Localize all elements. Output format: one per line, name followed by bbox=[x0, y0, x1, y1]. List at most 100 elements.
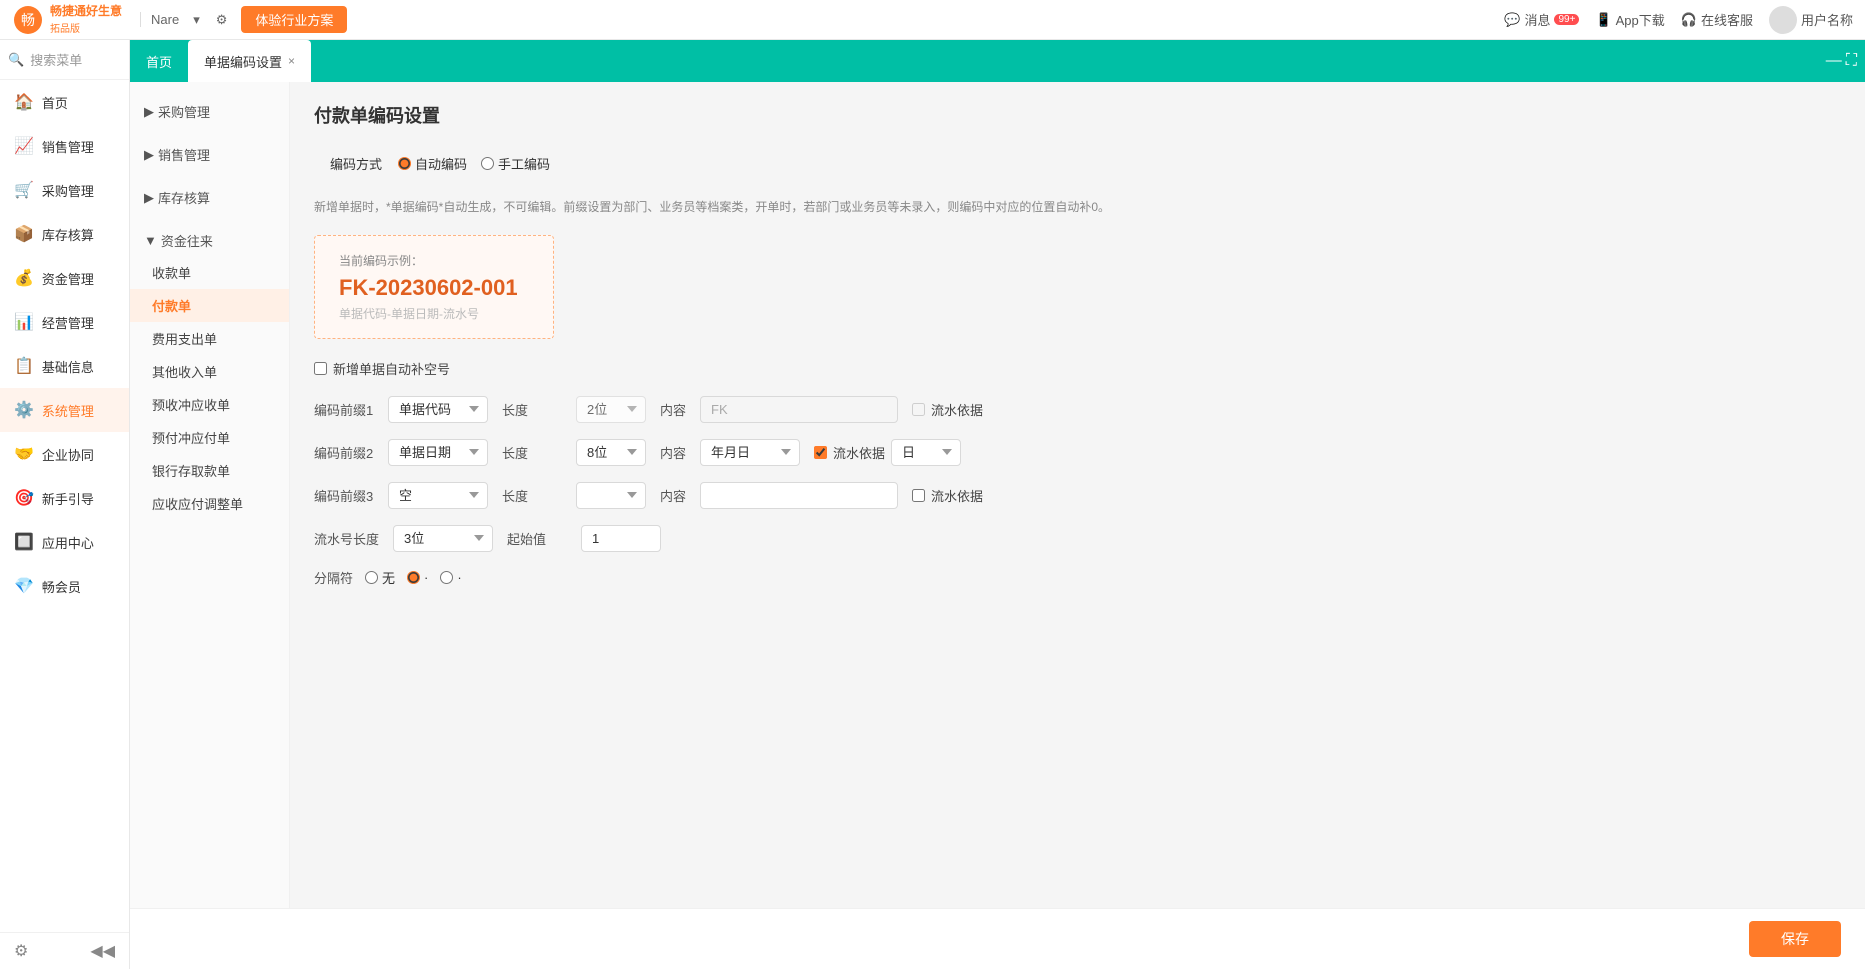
tab-home[interactable]: 首页 bbox=[130, 40, 188, 82]
sidebar-item-purchase[interactable]: 🛒 采购管理 bbox=[0, 168, 129, 212]
sep-dot2[interactable]: · bbox=[440, 570, 461, 585]
liushui2-unit-select[interactable]: 日 bbox=[891, 439, 961, 466]
liushui3-label: 流水依据 bbox=[931, 486, 983, 505]
sidebar-item-system[interactable]: ⚙️ 系统管理 bbox=[0, 388, 129, 432]
sidebar-item-sales[interactable]: 📈 销售管理 bbox=[0, 124, 129, 168]
tab-close-btn[interactable]: × bbox=[288, 54, 295, 68]
sidebar-item-label: 采购管理 bbox=[42, 181, 94, 200]
tab-active-label: 单据编码设置 bbox=[204, 52, 282, 71]
length2-select[interactable]: 8位 bbox=[576, 439, 646, 466]
settings-btn[interactable]: ⚙ bbox=[210, 10, 234, 30]
collapse-btn[interactable]: ◀◀ bbox=[90, 941, 115, 961]
prefix3-select[interactable]: 空 bbox=[388, 482, 488, 509]
sidebar-item-inventory[interactable]: 📦 库存核算 bbox=[0, 212, 129, 256]
radio-auto-input[interactable] bbox=[398, 157, 411, 170]
online-service-btn[interactable]: 🎧 在线客服 bbox=[1681, 10, 1753, 29]
start-value-input[interactable] bbox=[581, 525, 661, 552]
prefix2-select[interactable]: 单据日期 bbox=[388, 439, 488, 466]
submenu-title-capital[interactable]: ▼ 资金往来 bbox=[130, 225, 289, 256]
logo-icon: 畅 bbox=[12, 4, 44, 36]
tab-encode-settings[interactable]: 单据编码设置 × bbox=[188, 40, 311, 82]
submenu-item-adjust[interactable]: 应收应付调整单 bbox=[130, 487, 289, 520]
sidebar-item-enterprise[interactable]: 🤝 企业协同 bbox=[0, 432, 129, 476]
app-icon: 📱 bbox=[1595, 12, 1611, 28]
content2-select[interactable]: 年月日 bbox=[700, 439, 800, 466]
submenu-item-expense[interactable]: 费用支出单 bbox=[130, 322, 289, 355]
sep-dot2-radio[interactable] bbox=[440, 571, 453, 584]
submenu-group-sales: ▶ 销售管理 bbox=[130, 133, 289, 176]
encode-type-bar: 编码方式 自动编码 手工编码 bbox=[314, 144, 1841, 183]
app-download-btn[interactable]: 📱 App下载 bbox=[1595, 10, 1664, 29]
logo-text: 畅捷通好生意 拓品版 bbox=[50, 4, 122, 35]
sidebar-search[interactable]: 🔍 搜索菜单 bbox=[0, 40, 129, 80]
save-button[interactable]: 保存 bbox=[1749, 921, 1841, 957]
sidebar-item-label: 基础信息 bbox=[42, 357, 94, 376]
sub-area: ▶ 采购管理 ▶ 销售管理 ▶ 库存核算 bbox=[130, 82, 1865, 908]
search-icon: 🔍 bbox=[8, 52, 24, 68]
submenu-group-capital: ▼ 资金往来 收款单 付款单 费用支出单 其他收入单 预收冲应收单 预付冲应付单… bbox=[130, 219, 289, 526]
topbar-left: 畅 畅捷通好生意 拓品版 Nare ▾ ⚙ 体验行业方案 bbox=[12, 4, 347, 36]
liushui3-checkbox[interactable] bbox=[912, 489, 925, 502]
sample-label: 当前编码示例： bbox=[339, 252, 529, 269]
sep-dot2-label: · bbox=[457, 570, 461, 585]
tab-bar-right: — ⛶ bbox=[1826, 52, 1865, 70]
sidebar-item-guide[interactable]: 🎯 新手引导 bbox=[0, 476, 129, 520]
sep-dot-label: · bbox=[424, 570, 428, 585]
sep-dot[interactable]: · bbox=[407, 570, 428, 585]
submenu-item-receipt[interactable]: 收款单 bbox=[130, 256, 289, 289]
sidebar-item-basic[interactable]: 📋 基础信息 bbox=[0, 344, 129, 388]
tab-bar: 首页 单据编码设置 × — ⛶ bbox=[130, 40, 1865, 82]
sample-desc: 单据代码-单据日期-流水号 bbox=[339, 305, 529, 322]
content3-input[interactable] bbox=[700, 482, 898, 509]
sep-label: 分隔符 bbox=[314, 568, 353, 587]
form-footer: 保存 bbox=[130, 908, 1865, 969]
message-btn[interactable]: 💬 消息 99+ bbox=[1504, 10, 1579, 29]
sidebar-item-home[interactable]: 🏠 首页 bbox=[0, 80, 129, 124]
prefix2-label: 编码前缀2 bbox=[314, 443, 374, 462]
auto-fill-checkbox[interactable] bbox=[314, 362, 327, 375]
sidebar-item-member[interactable]: 💎 畅会员 bbox=[0, 564, 129, 608]
dropdown-btn[interactable]: ▾ bbox=[187, 10, 206, 30]
submenu-item-prepay-ar[interactable]: 预收冲应收单 bbox=[130, 388, 289, 421]
form-row-3: 编码前缀3 空 长度 内容 流水依据 bbox=[314, 482, 1841, 509]
submenu-title-purchase[interactable]: ▶ 采购管理 bbox=[130, 96, 289, 127]
minimize-btn[interactable]: — bbox=[1826, 52, 1842, 70]
radio-auto[interactable]: 自动编码 bbox=[398, 154, 467, 173]
length3-select[interactable] bbox=[576, 482, 646, 509]
maximize-btn[interactable]: ⛶ bbox=[1846, 52, 1857, 70]
message-badge: 99+ bbox=[1554, 14, 1579, 25]
svg-text:畅: 畅 bbox=[21, 12, 35, 28]
sub-menu: ▶ 采购管理 ▶ 销售管理 ▶ 库存核算 bbox=[130, 82, 290, 908]
submenu-item-other-income[interactable]: 其他收入单 bbox=[130, 355, 289, 388]
length1-label: 长度 bbox=[502, 400, 562, 419]
prefix1-select[interactable]: 单据代码 bbox=[388, 396, 488, 423]
settings-bottom-btn[interactable]: ⚙ bbox=[14, 941, 28, 961]
liushui2-checkbox[interactable] bbox=[814, 446, 827, 459]
submenu-item-payment[interactable]: 付款单 bbox=[130, 289, 289, 322]
sidebar-item-label: 新手引导 bbox=[42, 489, 94, 508]
sep-dot-radio[interactable] bbox=[407, 571, 420, 584]
liushui-length-select[interactable]: 3位 bbox=[393, 525, 493, 552]
submenu-item-prepay-ap[interactable]: 预付冲应付单 bbox=[130, 421, 289, 454]
liushui-length-label: 流水号长度 bbox=[314, 529, 379, 548]
liushui2-check: 流水依据 日 bbox=[814, 439, 961, 466]
submenu-title-inventory[interactable]: ▶ 库存核算 bbox=[130, 182, 289, 213]
user-avatar[interactable]: 用户名称 bbox=[1769, 6, 1853, 34]
length1-select: 2位 bbox=[576, 396, 646, 423]
operation-icon: 📊 bbox=[14, 312, 34, 332]
sidebar-item-apps[interactable]: 🔲 应用中心 bbox=[0, 520, 129, 564]
arrow-right-icon: ▶ bbox=[144, 104, 154, 120]
sidebar-item-operation[interactable]: 📊 经营管理 bbox=[0, 300, 129, 344]
sidebar-item-capital[interactable]: 💰 资金管理 bbox=[0, 256, 129, 300]
guide-icon: 🎯 bbox=[14, 488, 34, 508]
radio-manual[interactable]: 手工编码 bbox=[481, 154, 550, 173]
arrow-down-icon: ▼ bbox=[144, 233, 157, 248]
sep-none-radio[interactable] bbox=[365, 571, 378, 584]
sep-none[interactable]: 无 bbox=[365, 568, 395, 587]
topbar-right: 💬 消息 99+ 📱 App下载 🎧 在线客服 用户名称 bbox=[1504, 6, 1853, 34]
trial-button[interactable]: 体验行业方案 bbox=[241, 6, 347, 33]
submenu-item-bank[interactable]: 银行存取款单 bbox=[130, 454, 289, 487]
liushui1-checkbox bbox=[912, 403, 925, 416]
submenu-title-sales[interactable]: ▶ 销售管理 bbox=[130, 139, 289, 170]
radio-manual-input[interactable] bbox=[481, 157, 494, 170]
